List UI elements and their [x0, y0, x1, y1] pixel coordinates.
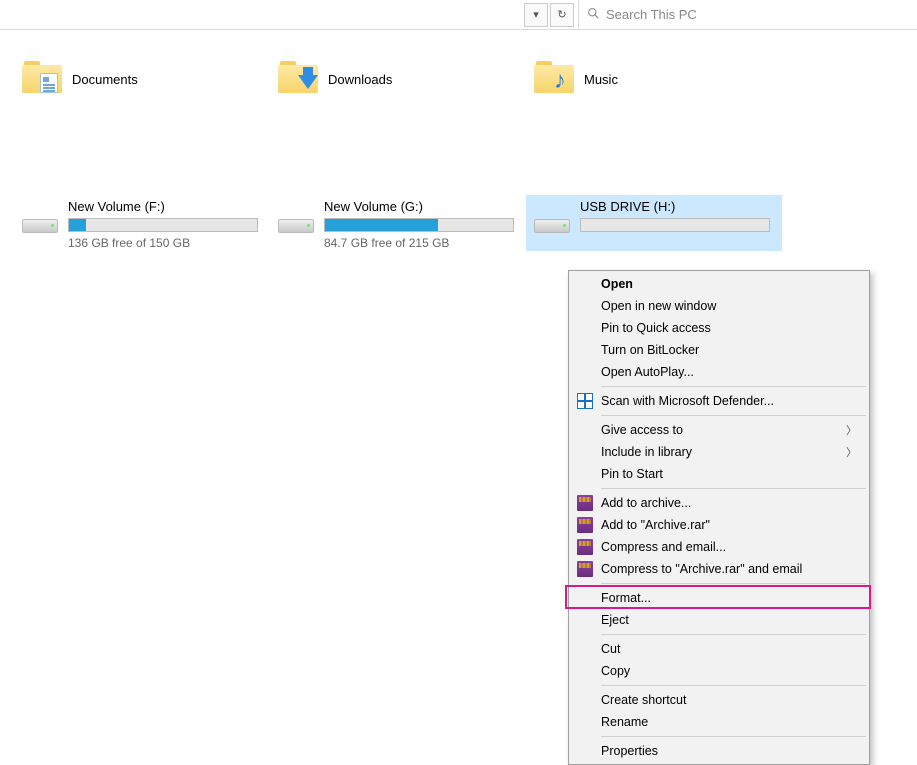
context-menu-separator — [601, 415, 866, 416]
context-menu-item-label: Cut — [601, 642, 620, 656]
context-menu-item[interactable]: Create shortcut — [571, 689, 867, 711]
drive-usage-bar — [324, 218, 514, 232]
content-area: Documents Downloads ♪ Music New Volume (F:)… — [0, 30, 917, 251]
drive-info: New Volume (F:) 136 GB free of 150 GB — [68, 199, 264, 250]
search-placeholder: Search This PC — [606, 7, 697, 22]
context-menu-separator — [601, 634, 866, 635]
toolbar: ▾ ↻ Search This PC — [0, 0, 917, 30]
context-menu-item[interactable]: Format... — [571, 587, 867, 609]
context-menu-item[interactable]: Open — [571, 273, 867, 295]
drive-info: New Volume (G:) 84.7 GB free of 215 GB — [324, 199, 520, 250]
context-menu-item[interactable]: Add to "Archive.rar" — [571, 514, 867, 536]
context-menu-separator — [601, 685, 866, 686]
archive-icon — [577, 561, 593, 577]
context-menu-item[interactable]: Properties — [571, 740, 867, 762]
drive-item[interactable]: New Volume (F:) 136 GB free of 150 GB — [14, 195, 270, 251]
documents-icon — [40, 73, 58, 93]
context-menu-item-label: Open AutoPlay... — [601, 365, 694, 379]
context-menu-item[interactable]: Add to archive... — [571, 492, 867, 514]
drive-free-text: 84.7 GB free of 215 GB — [324, 236, 520, 250]
search-icon — [587, 7, 600, 23]
folder-icon — [276, 59, 324, 99]
context-menu-item-label: Compress to "Archive.rar" and email — [601, 562, 802, 576]
folder-label: Documents — [72, 72, 138, 87]
archive-icon — [577, 517, 593, 533]
context-menu-item-label: Turn on BitLocker — [601, 343, 699, 357]
context-menu-item-label: Add to archive... — [601, 496, 691, 510]
drive-icon — [276, 205, 320, 249]
context-menu-item-label: Add to "Archive.rar" — [601, 518, 710, 532]
drive-item[interactable]: New Volume (G:) 84.7 GB free of 215 GB — [270, 195, 526, 251]
context-menu-item[interactable]: Copy — [571, 660, 867, 682]
context-menu-separator — [601, 736, 866, 737]
context-menu-item-label: Pin to Start — [601, 467, 663, 481]
folder-icon — [20, 59, 68, 99]
drive-info: USB DRIVE (H:) — [580, 199, 776, 236]
context-menu: Open Open in new window Pin to Quick acces… — [568, 270, 870, 765]
context-menu-item[interactable]: Scan with Microsoft Defender... — [571, 390, 867, 412]
context-menu-item[interactable]: Rename — [571, 711, 867, 733]
context-menu-item-label: Open — [601, 277, 633, 291]
context-menu-item-label: Copy — [601, 664, 630, 678]
chevron-right-icon: 〉 — [846, 422, 857, 438]
context-menu-item[interactable]: Include in library 〉 — [571, 441, 867, 463]
refresh-icon: ↻ — [557, 8, 566, 21]
context-menu-item[interactable]: Turn on BitLocker — [571, 339, 867, 361]
downloads-icon — [298, 75, 318, 89]
context-menu-separator — [601, 488, 866, 489]
context-menu-item[interactable]: Give access to 〉 — [571, 419, 867, 441]
folder-icon: ♪ — [532, 59, 580, 99]
context-menu-item[interactable]: Open AutoPlay... — [571, 361, 867, 383]
context-menu-item[interactable]: Eject — [571, 609, 867, 631]
context-menu-item-label: Compress and email... — [601, 540, 726, 554]
chevron-down-icon: ▾ — [533, 8, 539, 21]
drive-usage-bar — [68, 218, 258, 232]
context-menu-item-label: Format... — [601, 591, 651, 605]
context-menu-item-label: Pin to Quick access — [601, 321, 711, 335]
drive-free-text: 136 GB free of 150 GB — [68, 236, 264, 250]
drives-row: New Volume (F:)136 GB free of 150 GBNew … — [0, 195, 917, 251]
context-menu-item-label: Scan with Microsoft Defender... — [601, 394, 774, 408]
address-bar[interactable]: ▾ ↻ — [0, 0, 579, 29]
folder-label: Downloads — [328, 72, 392, 87]
folder-item-documents[interactable]: Documents — [14, 53, 270, 105]
archive-icon — [577, 539, 593, 555]
search-box[interactable]: Search This PC — [579, 0, 917, 29]
context-menu-item[interactable]: Compress and email... — [571, 536, 867, 558]
refresh-button[interactable]: ↻ — [550, 3, 574, 27]
context-menu-item-label: Open in new window — [601, 299, 716, 313]
history-dropdown-button[interactable]: ▾ — [524, 3, 548, 27]
drive-item[interactable]: USB DRIVE (H:) — [526, 195, 782, 251]
drive-icon — [532, 205, 576, 249]
drive-name: New Volume (F:) — [68, 199, 264, 214]
context-menu-item-label: Give access to — [601, 423, 683, 437]
context-menu-item-label: Include in library — [601, 445, 692, 459]
folder-item-downloads[interactable]: Downloads — [270, 53, 526, 105]
folder-label: Music — [584, 72, 618, 87]
music-icon: ♪ — [554, 67, 566, 95]
context-menu-item-label: Eject — [601, 613, 629, 627]
context-menu-item-label: Properties — [601, 744, 658, 758]
drive-name: USB DRIVE (H:) — [580, 199, 776, 214]
context-menu-separator — [601, 583, 866, 584]
context-menu-item[interactable]: Compress to "Archive.rar" and email — [571, 558, 867, 580]
drive-usage-bar — [580, 218, 770, 232]
chevron-right-icon: 〉 — [846, 444, 857, 460]
folder-item-music[interactable]: ♪ Music — [526, 53, 782, 105]
context-menu-item[interactable]: Pin to Quick access — [571, 317, 867, 339]
context-menu-item[interactable]: Pin to Start — [571, 463, 867, 485]
context-menu-item[interactable]: Cut — [571, 638, 867, 660]
archive-icon — [577, 495, 593, 511]
context-menu-separator — [601, 386, 866, 387]
drive-icon — [20, 205, 64, 249]
context-menu-item-label: Create shortcut — [601, 693, 686, 707]
drive-name: New Volume (G:) — [324, 199, 520, 214]
shield-icon — [577, 393, 593, 409]
context-menu-item[interactable]: Open in new window — [571, 295, 867, 317]
context-menu-item-label: Rename — [601, 715, 648, 729]
folders-row: Documents Downloads ♪ Music — [0, 31, 917, 105]
